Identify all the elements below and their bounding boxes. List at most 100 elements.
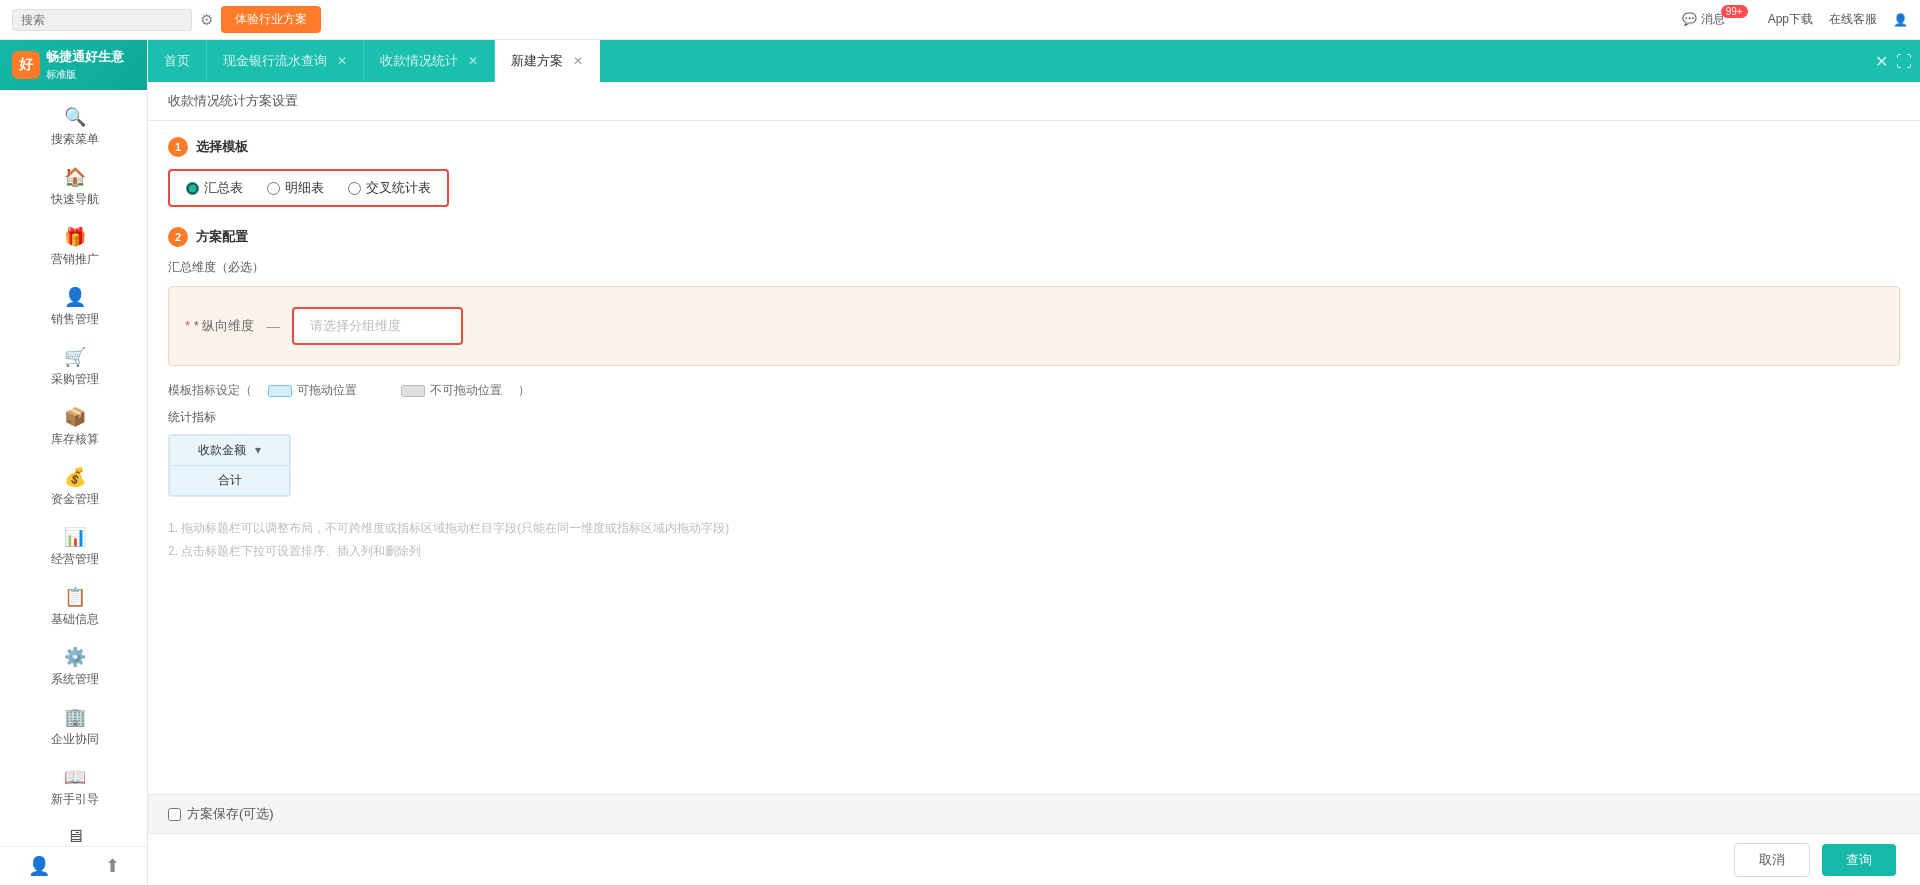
- content-body: 1 选择模板 汇总表 明细表 交叉统计表 2 方案配置: [148, 121, 1920, 794]
- tab-home[interactable]: 首页: [148, 40, 207, 82]
- sidebar-item-system[interactable]: ⚙️ 系统管理: [0, 636, 147, 696]
- tab-payment-stat[interactable]: 收款情况统计 ✕: [364, 40, 495, 82]
- draggable-legend: 可拖动位置: [268, 382, 357, 399]
- metrics-sep: [373, 382, 385, 399]
- metrics-col-dropdown[interactable]: ▾: [255, 443, 261, 457]
- tab-new-plan[interactable]: 新建方案 ✕: [495, 40, 600, 82]
- metrics-label: 统计指标: [168, 409, 1900, 426]
- user-avatar[interactable]: 👤: [1893, 13, 1908, 27]
- sales-icon: 👤: [64, 286, 86, 308]
- metrics-table-container: 收款金额 ▾合计: [168, 434, 291, 497]
- tab-label-payment-stat: 收款情况统计: [380, 52, 458, 70]
- sidebar-item-sales[interactable]: 👤 销售管理: [0, 276, 147, 336]
- metrics-table-header[interactable]: 收款金额 ▾: [170, 436, 290, 466]
- management-icon: 📊: [64, 526, 86, 548]
- radio-cross[interactable]: [348, 182, 361, 195]
- tab-label-home: 首页: [164, 52, 190, 70]
- purchase-icon: 🛒: [64, 346, 86, 368]
- dimension-area: * * 纵向维度 — 请选择分组维度: [168, 286, 1900, 366]
- logo-icon: 好: [12, 51, 40, 79]
- template-option-summary[interactable]: 汇总表: [186, 179, 243, 197]
- metrics-col-header: 收款金额: [198, 443, 246, 457]
- sidebar-item-enterprise[interactable]: 🏢 企业协同: [0, 696, 147, 756]
- tab-expand-icon[interactable]: ⛶: [1896, 52, 1912, 70]
- system-icon: ⚙️: [64, 646, 86, 668]
- query-button[interactable]: 查询: [1822, 844, 1896, 876]
- template-option-cross[interactable]: 交叉统计表: [348, 179, 431, 197]
- tab-bar-actions: ✕ ⛶: [1875, 52, 1912, 71]
- gear-icon[interactable]: ⚙: [200, 11, 213, 29]
- metrics-end-paren: ）: [518, 382, 530, 399]
- marketing-label: 营销推广: [51, 251, 99, 268]
- metrics-section: 模板指标设定（ 可拖动位置 不可拖动位置 ）: [168, 382, 1900, 500]
- logo-area: 好 畅捷通好生意 标准版: [0, 40, 147, 90]
- sidebar-item-quick-nav[interactable]: 🏠 快速导航: [0, 156, 147, 216]
- cancel-button[interactable]: 取消: [1734, 843, 1810, 877]
- sidebar-item-finance[interactable]: 💰 资金管理: [0, 456, 147, 516]
- layout: 好 畅捷通好生意 标准版 🔍 搜索菜单 🏠 快速导航 🎁 营销推广 👤 销售管理…: [0, 40, 1920, 885]
- step2-section: 2 方案配置 汇总维度（必选） * * 纵向维度 — 请选择分组维度: [168, 227, 1900, 560]
- dimension-select[interactable]: 请选择分组维度: [292, 307, 463, 345]
- sidebar-item-hardware[interactable]: 🖥 智能硬件: [0, 816, 147, 846]
- top-bar: ⚙ 体验行业方案 💬 消息99+ App下载 在线客服 👤: [0, 0, 1920, 40]
- sidebar-bottom: 👤 ⬆: [0, 846, 147, 885]
- sidebar-item-inventory[interactable]: 📦 库存核算: [0, 396, 147, 456]
- search-input[interactable]: [12, 9, 192, 31]
- edition-label: 标准版: [46, 68, 124, 82]
- step1-section: 1 选择模板 汇总表 明细表 交叉统计表: [168, 137, 1900, 207]
- sidebar-item-basic-info[interactable]: 📋 基础信息: [0, 576, 147, 636]
- tab-close-bank-flow[interactable]: ✕: [337, 54, 347, 68]
- step2-title: 方案配置: [196, 228, 248, 246]
- finance-label: 资金管理: [51, 491, 99, 508]
- finance-icon: 💰: [64, 466, 86, 488]
- save-checkbox-input[interactable]: [168, 808, 181, 821]
- dimension-row: * * 纵向维度 — 请选择分组维度: [185, 307, 1883, 345]
- save-plan-checkbox[interactable]: 方案保存(可选): [168, 805, 274, 823]
- sidebar-item-search-menu[interactable]: 🔍 搜索菜单: [0, 96, 147, 156]
- sales-label: 销售管理: [51, 311, 99, 328]
- metrics-settings-label: 模板指标设定（: [168, 382, 252, 399]
- hardware-icon: 🖥: [66, 826, 84, 846]
- sidebar-item-guide[interactable]: 📖 新手引导: [0, 756, 147, 816]
- sidebar-item-management[interactable]: 📊 经营管理: [0, 516, 147, 576]
- fixed-dot: [401, 385, 425, 397]
- industry-btn[interactable]: 体验行业方案: [221, 6, 321, 33]
- template-option-detail[interactable]: 明细表: [267, 179, 324, 197]
- inventory-label: 库存核算: [51, 431, 99, 448]
- tab-bank-flow[interactable]: 现金银行流水查询✕: [207, 40, 364, 82]
- notification-icon[interactable]: 💬 消息99+: [1682, 11, 1751, 28]
- step1-title: 选择模板: [196, 138, 248, 156]
- radio-detail[interactable]: [267, 182, 280, 195]
- sidebar-bottom-icon-2[interactable]: ⬆: [105, 855, 120, 877]
- sidebar: 好 畅捷通好生意 标准版 🔍 搜索菜单 🏠 快速导航 🎁 营销推广 👤 销售管理…: [0, 40, 148, 885]
- step2-header: 2 方案配置: [168, 227, 1900, 247]
- tip1: 1. 拖动标题栏可以调整布局，不可跨维度或指标区域拖动栏目字段(只能在同一维度或…: [168, 520, 1900, 537]
- content-footer: 方案保存(可选): [148, 794, 1920, 833]
- arrow-right: —: [266, 318, 280, 334]
- sidebar-bottom-icon-1[interactable]: 👤: [28, 855, 50, 877]
- basic-info-icon: 📋: [64, 586, 86, 608]
- app-download[interactable]: App下载: [1768, 11, 1813, 28]
- metrics-table-cell: 合计: [170, 466, 290, 496]
- metrics-legend: 模板指标设定（ 可拖动位置 不可拖动位置 ）: [168, 382, 1900, 399]
- sidebar-item-marketing[interactable]: 🎁 营销推广: [0, 216, 147, 276]
- management-label: 经营管理: [51, 551, 99, 568]
- tab-close-all-icon[interactable]: ✕: [1875, 52, 1888, 71]
- top-bar-right: 💬 消息99+ App下载 在线客服 👤: [1682, 11, 1908, 28]
- quick-nav-icon: 🏠: [64, 166, 86, 188]
- page-title: 收款情况统计方案设置: [168, 93, 298, 108]
- tab-label-new-plan: 新建方案: [511, 52, 563, 70]
- enterprise-icon: 🏢: [64, 706, 86, 728]
- draggable-dot: [268, 385, 292, 397]
- tab-close-new-plan[interactable]: ✕: [573, 54, 583, 68]
- search-menu-label: 搜索菜单: [51, 131, 99, 148]
- online-service[interactable]: 在线客服: [1829, 11, 1877, 28]
- system-label: 系统管理: [51, 671, 99, 688]
- guide-icon: 📖: [64, 766, 86, 788]
- step2-badge: 2: [168, 227, 188, 247]
- radio-label-detail: 明细表: [285, 179, 324, 197]
- basic-info-label: 基础信息: [51, 611, 99, 628]
- sidebar-item-purchase[interactable]: 🛒 采购管理: [0, 336, 147, 396]
- radio-summary[interactable]: [186, 182, 199, 195]
- tab-close-payment-stat[interactable]: ✕: [468, 54, 478, 68]
